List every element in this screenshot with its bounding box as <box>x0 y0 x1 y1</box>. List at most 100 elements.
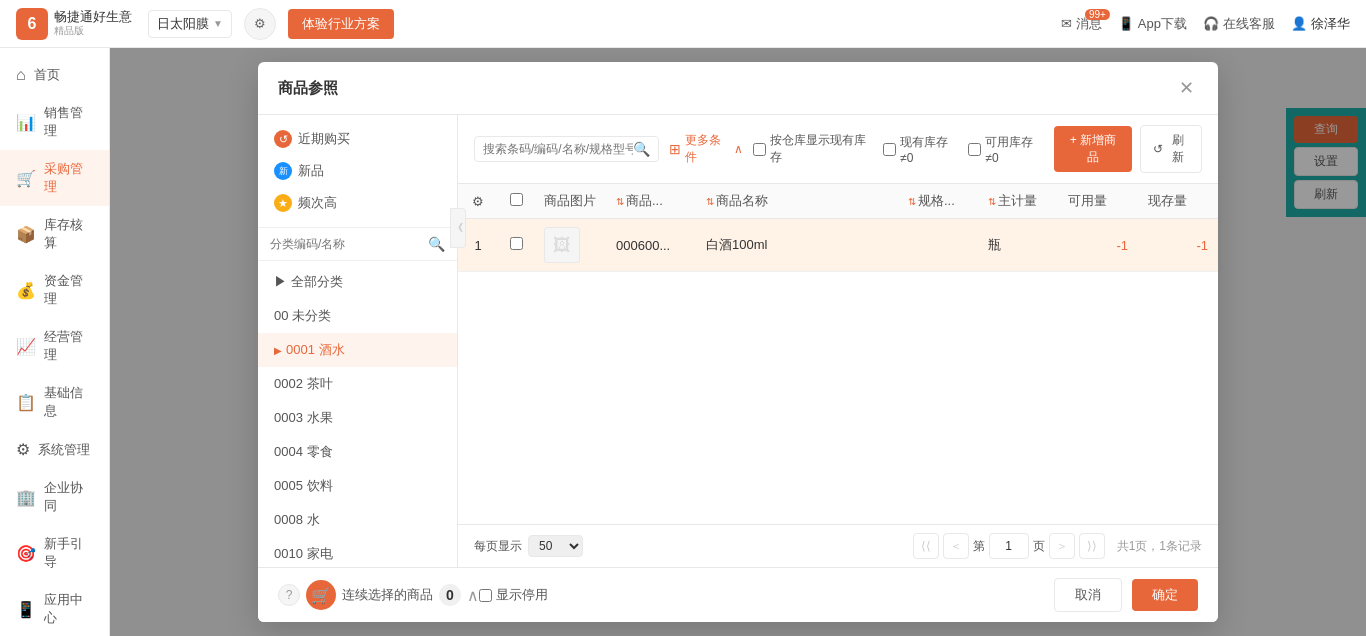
available-stock-checkbox[interactable] <box>968 143 981 156</box>
pagination-bar: 每页显示 20 50 100 ⟨⟨ ＜ 第 <box>458 524 1218 567</box>
first-page-button[interactable]: ⟨⟨ <box>913 533 939 559</box>
category-0001[interactable]: ▶ 0001 酒水 <box>258 333 457 367</box>
sidebar-item-appcenter[interactable]: 📱 应用中心 <box>0 581 109 636</box>
select-all-checkbox[interactable] <box>510 193 523 206</box>
product-search-icon[interactable]: 🔍 <box>633 141 650 157</box>
add-product-button[interactable]: + 新增商品 <box>1054 126 1133 172</box>
online-service-item[interactable]: 🎧 在线客服 <box>1203 15 1275 33</box>
guide-icon: 🎯 <box>16 544 36 563</box>
last-page-button[interactable]: ⟩⟩ <box>1079 533 1105 559</box>
category-0008[interactable]: 0008 水 <box>258 503 457 537</box>
category-0008-label: 0008 水 <box>274 511 320 529</box>
next-page-button[interactable]: ＞ <box>1049 533 1075 559</box>
row-checkbox[interactable] <box>510 237 523 250</box>
sidebar-item-system[interactable]: ⚙ 系统管理 <box>0 430 109 469</box>
th-name[interactable]: ⇅商品名称 <box>696 184 898 219</box>
th-code[interactable]: ⇅商品... <box>606 184 696 219</box>
page-word: 第 <box>973 538 985 555</box>
warehouse-stock-checkbox[interactable] <box>753 143 766 156</box>
sidebar-item-home[interactable]: ⌂ 首页 <box>0 56 109 94</box>
category-00[interactable]: 00 未分类 <box>258 299 457 333</box>
collapse-selected-icon[interactable]: ∧ <box>467 586 479 605</box>
trial-button[interactable]: 体验行业方案 <box>288 9 394 39</box>
show-disabled-checkbox[interactable]: 显示停用 <box>479 586 548 604</box>
sidebar-item-basic[interactable]: 📋 基础信息 <box>0 374 109 430</box>
dialog-header: 商品参照 ✕ <box>258 62 1218 115</box>
dialog-body: ↺ 近期购买 新 新品 ★ 频次高 <box>258 115 1218 567</box>
table-row[interactable]: 1 🖼 <box>458 219 1218 272</box>
show-disabled-input[interactable] <box>479 589 492 602</box>
checkbox-available-stock[interactable]: 可用库存≠0 <box>968 134 1043 165</box>
per-page-select[interactable]: 20 50 100 <box>528 535 583 557</box>
category-all[interactable]: ▶ 全部分类 <box>258 265 457 299</box>
collapse-panel-button[interactable]: 《 <box>450 208 466 248</box>
dialog-footer: ? 🛒 连续选择的商品 0 ∧ 显示停用 取消 确定 <box>258 567 1218 622</box>
username: 徐泽华 <box>1311 15 1350 33</box>
category-0002[interactable]: 0002 茶叶 <box>258 367 457 401</box>
category-0004[interactable]: 0004 零食 <box>258 435 457 469</box>
page-number-input[interactable] <box>989 533 1029 559</box>
category-panel: ↺ 近期购买 新 新品 ★ 频次高 <box>258 115 458 567</box>
sidebar-item-purchase[interactable]: 🛒 采购管理 <box>0 150 109 206</box>
search-toolbar: 🔍 ⊞ 更多条件 ∧ 按仓库显示现有库存 <box>458 115 1218 184</box>
sales-icon: 📊 <box>16 113 36 132</box>
confirm-button[interactable]: 确定 <box>1132 579 1198 611</box>
dialog-close-button[interactable]: ✕ <box>1174 76 1198 100</box>
sidebar-item-finance[interactable]: 💰 资金管理 <box>0 262 109 318</box>
message-icon: ✉ <box>1061 16 1072 31</box>
product-thumbnail: 🖼 <box>544 227 580 263</box>
store-arrow-icon: ▼ <box>213 18 223 29</box>
more-filter-button[interactable]: ⊞ 更多条件 ∧ <box>669 132 743 166</box>
sidebar-label-system: 系统管理 <box>38 441 90 459</box>
checkbox-current-stock[interactable]: 现有库存≠0 <box>883 134 958 165</box>
sidebar-item-inventory[interactable]: 📦 库存核算 <box>0 206 109 262</box>
filter-arrow-icon: ∧ <box>734 142 743 156</box>
page-unit: 页 <box>1033 538 1045 555</box>
category-search-input[interactable] <box>270 237 422 251</box>
th-unit[interactable]: ⇅主计量 <box>978 184 1058 219</box>
th-spec[interactable]: ⇅规格... <box>898 184 978 219</box>
category-0010-label: 0010 家电 <box>274 545 333 563</box>
category-search-bar: 🔍 <box>258 228 457 261</box>
settings-icon[interactable]: ⚙ <box>244 8 276 40</box>
store-selector[interactable]: 日太阳膜 ▼ <box>148 10 232 38</box>
sidebar-label-guide: 新手引导 <box>44 535 93 571</box>
checkbox-warehouse-label: 按仓库显示现有库存 <box>770 132 873 166</box>
brand-sub: 精品版 <box>54 24 132 38</box>
row-image-cell: 🖼 <box>534 219 606 272</box>
product-table-wrap: ⚙ 商品图片 ⇅商品... <box>458 184 1218 524</box>
category-0003[interactable]: 0003 水果 <box>258 401 457 435</box>
help-icon[interactable]: ? <box>278 584 300 606</box>
quick-filter-new[interactable]: 新 新品 <box>258 155 457 187</box>
quick-filter-frequent[interactable]: ★ 频次高 <box>258 187 457 219</box>
category-search-icon[interactable]: 🔍 <box>428 236 445 252</box>
inventory-icon: 📦 <box>16 225 36 244</box>
sidebar-item-guide[interactable]: 🎯 新手引导 <box>0 525 109 581</box>
checkbox-warehouse-stock[interactable]: 按仓库显示现有库存 <box>753 132 873 166</box>
sidebar-item-sales[interactable]: 📊 销售管理 <box>0 94 109 150</box>
refresh-button[interactable]: ↺ 刷新 <box>1140 125 1202 173</box>
quick-filter-frequent-label: 频次高 <box>298 194 337 212</box>
refresh-label: 刷新 <box>1167 132 1189 166</box>
product-table: ⚙ 商品图片 ⇅商品... <box>458 184 1218 272</box>
user-item[interactable]: 👤 徐泽华 <box>1291 15 1350 33</box>
row-spec <box>898 219 978 272</box>
product-search-input[interactable] <box>483 142 633 156</box>
row-checkbox-cell[interactable] <box>498 219 534 272</box>
quick-filter-recent[interactable]: ↺ 近期购买 <box>258 123 457 155</box>
category-0001-arrow-icon: ▶ <box>274 345 282 356</box>
user-icon: 👤 <box>1291 16 1307 31</box>
category-0010[interactable]: 0010 家电 <box>258 537 457 567</box>
nav-right: ✉ 消息 99+ 📱 App下载 🎧 在线客服 👤 徐泽华 <box>1061 15 1350 33</box>
sidebar-label-sales: 销售管理 <box>44 104 93 140</box>
sidebar-item-operations[interactable]: 📈 经营管理 <box>0 318 109 374</box>
app-download-item[interactable]: 📱 App下载 <box>1118 15 1187 33</box>
cancel-button[interactable]: 取消 <box>1054 578 1122 612</box>
logo-icon: 6 <box>16 8 48 40</box>
current-stock-checkbox[interactable] <box>883 143 896 156</box>
sidebar-item-enterprise[interactable]: 🏢 企业协同 <box>0 469 109 525</box>
messages-item[interactable]: ✉ 消息 99+ <box>1061 15 1102 33</box>
filter-icon: ⊞ <box>669 141 681 157</box>
category-0005[interactable]: 0005 饮料 <box>258 469 457 503</box>
prev-page-button[interactable]: ＜ <box>943 533 969 559</box>
